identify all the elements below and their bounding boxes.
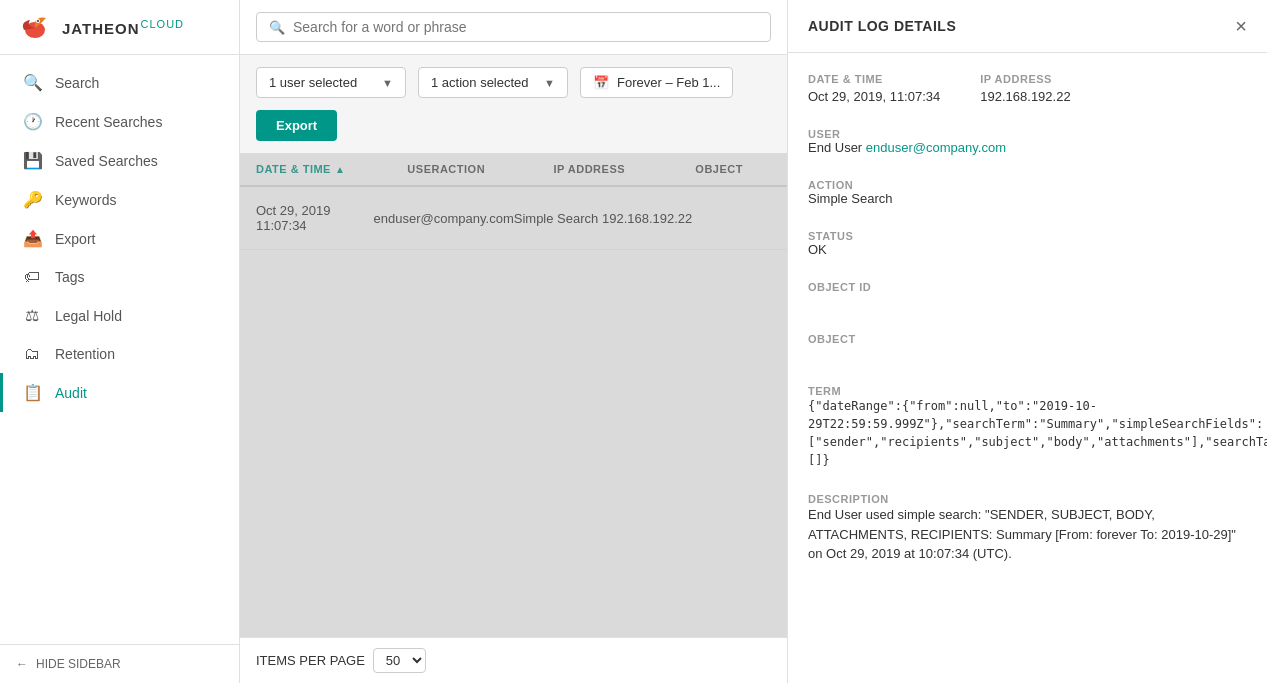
sidebar-label-recent-searches: Recent Searches xyxy=(55,114,162,130)
description-label: DESCRIPTION xyxy=(808,493,1247,505)
export-icon: 📤 xyxy=(23,229,41,248)
sidebar-nav: 🔍 Search 🕐 Recent Searches 💾 Saved Searc… xyxy=(0,55,239,644)
hide-sidebar-button[interactable]: ← HIDE SIDEBAR xyxy=(0,644,239,683)
user-filter-chevron: ▼ xyxy=(382,77,393,89)
audit-icon: 📋 xyxy=(23,383,41,402)
sidebar-item-search[interactable]: 🔍 Search xyxy=(0,63,239,102)
date-filter-label: Forever – Feb 1... xyxy=(617,75,720,90)
status-value: OK xyxy=(808,242,1247,257)
items-per-page: ITEMS PER PAGE 50 xyxy=(256,648,426,673)
saved-icon: 💾 xyxy=(23,151,41,170)
user-prefix: End User xyxy=(808,140,862,155)
detail-panel: AUDIT LOG DETAILS × DATE & TIME Oct 29, … xyxy=(787,0,1267,683)
sidebar-label-legal-hold: Legal Hold xyxy=(55,308,122,324)
user-value: End User enduser@company.com xyxy=(808,140,1247,155)
status-label: STATUS xyxy=(808,230,1247,242)
action-filter-chevron: ▼ xyxy=(544,77,555,89)
action-filter-label: 1 action selected xyxy=(431,75,529,90)
legal-hold-icon: ⚖ xyxy=(23,306,41,325)
detail-section-status: STATUS OK xyxy=(808,230,1247,257)
action-filter-dropdown[interactable]: 1 action selected ▼ xyxy=(418,67,568,98)
sidebar-label-tags: Tags xyxy=(55,269,85,285)
tags-icon: 🏷 xyxy=(23,268,41,286)
detail-field-ip: IP ADDRESS 192.168.192.22 xyxy=(980,73,1070,104)
logo-icon xyxy=(16,8,54,46)
panel-header: AUDIT LOG DETAILS × xyxy=(788,0,1267,53)
sidebar-item-recent-searches[interactable]: 🕐 Recent Searches xyxy=(0,102,239,141)
calendar-icon: 📅 xyxy=(593,75,609,90)
detail-field-datetime: DATE & TIME Oct 29, 2019, 11:07:34 xyxy=(808,73,940,104)
ip-label: IP ADDRESS xyxy=(980,73,1070,85)
logo: JATHEONCLOUD xyxy=(0,0,239,55)
sidebar-label-retention: Retention xyxy=(55,346,115,362)
keywords-icon: 🔑 xyxy=(23,190,41,209)
overlay xyxy=(240,153,787,637)
sidebar-label-saved-searches: Saved Searches xyxy=(55,153,158,169)
term-label: TERM xyxy=(808,385,1247,397)
hide-sidebar-label: HIDE SIDEBAR xyxy=(36,657,121,671)
pagination-row: ITEMS PER PAGE 50 xyxy=(240,637,787,683)
sidebar-item-keywords[interactable]: 🔑 Keywords xyxy=(0,180,239,219)
search-box[interactable]: 🔍 xyxy=(256,12,771,42)
object-id-label: OBJECT ID xyxy=(808,281,1247,293)
detail-section-action: ACTION Simple Search xyxy=(808,179,1247,206)
detail-section-object-id: OBJECT ID xyxy=(808,281,1247,309)
datetime-value: Oct 29, 2019, 11:07:34 xyxy=(808,89,940,104)
term-value: {"dateRange":{"from":null,"to":"2019-10-… xyxy=(808,397,1247,469)
datetime-label: DATE & TIME xyxy=(808,73,940,85)
topbar: 🔍 xyxy=(240,0,787,55)
sidebar: JATHEONCLOUD 🔍 Search 🕐 Recent Searches … xyxy=(0,0,240,683)
hide-sidebar-icon: ← xyxy=(16,657,28,671)
date-filter[interactable]: 📅 Forever – Feb 1... xyxy=(580,67,733,98)
object-id-value xyxy=(808,293,1247,309)
sidebar-label-audit: Audit xyxy=(55,385,87,401)
user-filter-label: 1 user selected xyxy=(269,75,357,90)
detail-section-user: USER End User enduser@company.com xyxy=(808,128,1247,155)
sidebar-label-search: Search xyxy=(55,75,99,91)
ip-value: 192.168.192.22 xyxy=(980,89,1070,104)
detail-row-datetime-ip: DATE & TIME Oct 29, 2019, 11:07:34 IP AD… xyxy=(808,73,1247,104)
export-button-area: Export xyxy=(240,110,787,153)
detail-section-object: OBJECT xyxy=(808,333,1247,361)
panel-title: AUDIT LOG DETAILS xyxy=(808,18,956,34)
svg-point-2 xyxy=(37,20,39,22)
sidebar-label-export: Export xyxy=(55,231,95,247)
object-label: OBJECT xyxy=(808,333,1247,345)
sidebar-item-legal-hold[interactable]: ⚖ Legal Hold xyxy=(0,296,239,335)
search-input[interactable] xyxy=(293,19,758,35)
main-content: 🔍 1 user selected ▼ 1 action selected ▼ … xyxy=(240,0,787,683)
sidebar-item-retention[interactable]: 🗂 Retention xyxy=(0,335,239,373)
sidebar-item-tags[interactable]: 🏷 Tags xyxy=(0,258,239,296)
sidebar-item-saved-searches[interactable]: 💾 Saved Searches xyxy=(0,141,239,180)
recent-icon: 🕐 xyxy=(23,112,41,131)
logo-brand-text: JATHEONCLOUD xyxy=(62,18,184,37)
items-per-page-label: ITEMS PER PAGE xyxy=(256,653,365,668)
description-value: End User used simple search: "SENDER, SU… xyxy=(808,505,1247,564)
user-label: USER xyxy=(808,128,1247,140)
panel-body: DATE & TIME Oct 29, 2019, 11:07:34 IP AD… xyxy=(788,53,1267,608)
object-value xyxy=(808,345,1247,361)
filters-row: 1 user selected ▼ 1 action selected ▼ 📅 … xyxy=(240,55,787,110)
sidebar-item-export[interactable]: 📤 Export xyxy=(0,219,239,258)
user-filter-dropdown[interactable]: 1 user selected ▼ xyxy=(256,67,406,98)
table-area: DATE & TIME ▲ USER ACTION IP ADDRESS OBJ… xyxy=(240,153,787,637)
search-icon: 🔍 xyxy=(269,20,285,35)
close-button[interactable]: × xyxy=(1235,16,1247,36)
action-value: Simple Search xyxy=(808,191,1247,206)
sidebar-item-audit[interactable]: 📋 Audit xyxy=(0,373,239,412)
per-page-select[interactable]: 50 xyxy=(373,648,426,673)
search-icon: 🔍 xyxy=(23,73,41,92)
detail-section-description: DESCRIPTION End User used simple search:… xyxy=(808,493,1247,564)
retention-icon: 🗂 xyxy=(23,345,41,363)
detail-section-term: TERM {"dateRange":{"from":null,"to":"201… xyxy=(808,385,1247,469)
user-email[interactable]: enduser@company.com xyxy=(866,140,1006,155)
sidebar-label-keywords: Keywords xyxy=(55,192,116,208)
export-button[interactable]: Export xyxy=(256,110,337,141)
action-label: ACTION xyxy=(808,179,1247,191)
